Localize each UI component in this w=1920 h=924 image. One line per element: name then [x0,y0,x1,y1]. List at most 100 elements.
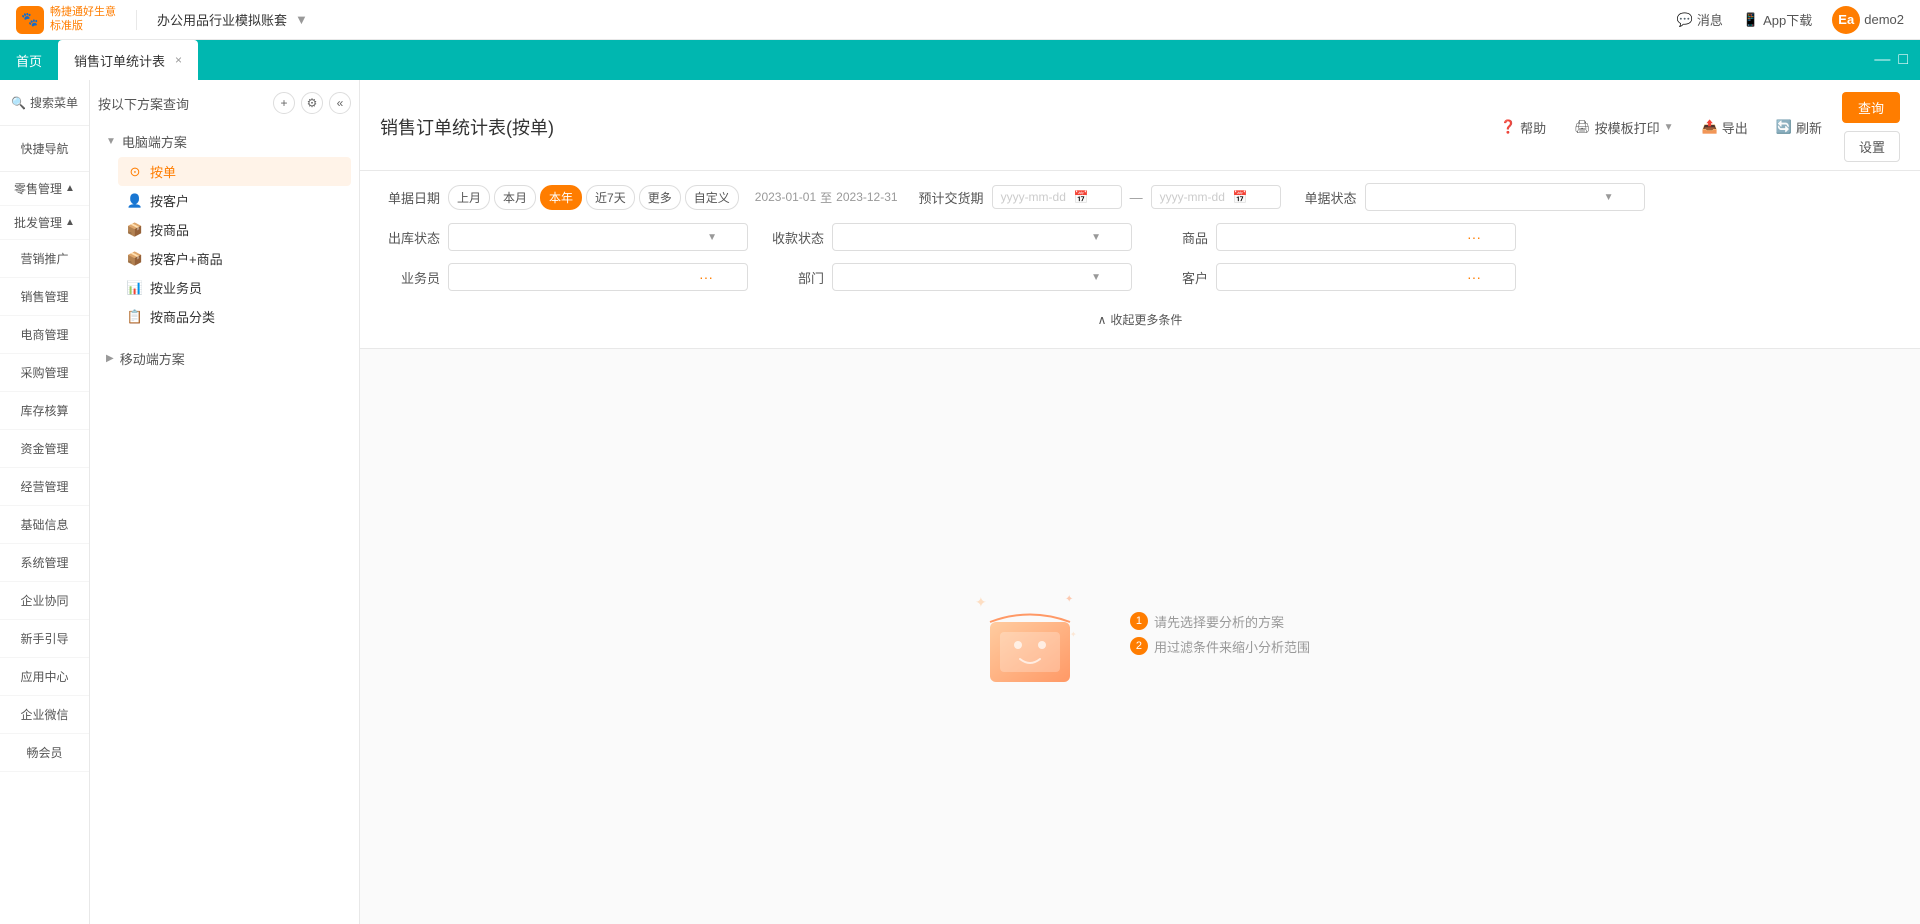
export-btn[interactable]: 📤 导出 [1694,114,1756,141]
payment-status-arrow: ▼ [1091,232,1101,243]
current-year-btn[interactable]: 本年 [540,185,582,210]
product-select[interactable]: ··· [1216,223,1516,251]
product-label: 商品 [1148,228,1208,247]
by-category-icon: 📋 [126,308,144,326]
sidebar-item-basic[interactable]: 基础信息 [0,506,89,544]
salesman-more-dots[interactable]: ··· [695,269,717,285]
sidebar-item-newuser[interactable]: 新手引导 [0,620,89,658]
sidebar-item-operation[interactable]: 经营管理 [0,468,89,506]
settings-scheme-btn[interactable]: ⚙ [301,92,323,114]
mobile-section-label: 移动端方案 [120,349,185,368]
ship-status-select[interactable]: ▼ [448,223,748,251]
collapse-panel-btn[interactable]: « [329,92,351,114]
message-btn[interactable]: 💬 消息 [1677,10,1723,29]
pc-section-header[interactable]: ▼ 电脑端方案 [98,126,351,157]
add-scheme-btn[interactable]: + [273,92,295,114]
sidebar-item-purchase[interactable]: 采购管理 [0,354,89,392]
app-dropdown-arrow[interactable]: ▼ [295,12,308,27]
sidebar-item-apps[interactable]: 应用中心 [0,658,89,696]
salesman-select[interactable]: ··· [448,263,748,291]
tab-close-btn[interactable]: × [175,53,182,67]
by-order-icon: ⊙ [126,163,144,181]
sidebar-item-system[interactable]: 系统管理 [0,544,89,582]
search-icon: 🔍 [11,96,26,110]
customer-select[interactable]: ··· [1216,263,1516,291]
salesman-filter: 业务员 ··· [380,263,748,291]
message-icon: 💬 [1677,12,1693,28]
bill-status-label: 单据状态 [1297,188,1357,207]
this-month-btn[interactable]: 本月 [494,185,536,210]
collapse-filter-btn[interactable]: ∧ 收起更多条件 [380,303,1900,336]
window-minimize-btn[interactable]: — [1874,51,1890,69]
shortcut-nav-btn[interactable]: 快捷导航 [0,134,89,163]
more-date-btn[interactable]: 更多 [639,185,681,210]
filter-area: 单据日期 上月 本月 本年 近7天 更多 自定义 2023-01-01 至 20… [360,171,1920,349]
tab-bar: 首页 销售订单统计表 × — □ [0,40,1920,80]
last7-btn[interactable]: 近7天 [586,185,635,210]
wholesale-arrow: ▲ [65,217,75,228]
scheme-by-customer[interactable]: 👤 按客户 [118,186,351,215]
payment-status-select[interactable]: ▼ [832,223,1132,251]
window-maximize-btn[interactable]: □ [1898,51,1908,69]
empty-illustration: ✦ ✦ ✦ [970,587,1090,687]
empty-hint-1: 1 请先选择要分析的方案 [1130,612,1310,631]
print-btn[interactable]: 🖨 按模板打印 ▼ [1566,114,1681,141]
dept-arrow: ▼ [1091,272,1101,283]
sidebar-item-marketing[interactable]: 营销推广 [0,240,89,278]
refresh-btn[interactable]: 🔄 刷新 [1768,114,1830,141]
sidebar-item-sales[interactable]: 销售管理 [0,278,89,316]
scheme-by-order[interactable]: ⊙ 按单 [118,157,351,186]
scheme-by-category[interactable]: 📋 按商品分类 [118,302,351,331]
expected-date-filter: 预计交货期 yyyy-mm-dd 📅 — yyyy-mm-dd 📅 [914,185,1281,209]
customer-more-dots[interactable]: ··· [1463,269,1485,285]
filter-row-1: 单据日期 上月 本月 本年 近7天 更多 自定义 2023-01-01 至 20… [380,183,1900,211]
help-btn[interactable]: ❓ 帮助 [1492,114,1554,141]
sidebar-item-inventory[interactable]: 库存核算 [0,392,89,430]
by-cust-prod-icon: 📦 [126,250,144,268]
scheme-by-salesman[interactable]: 📊 按业务员 [118,273,351,302]
sidebar-item-wechat[interactable]: 企业微信 [0,696,89,734]
sidebar-item-finance[interactable]: 资金管理 [0,430,89,468]
bill-status-select[interactable]: ▼ [1365,183,1645,211]
tab-sales-order[interactable]: 销售订单统计表 × [58,40,198,80]
search-settings-group: 查询 设置 [1842,92,1900,162]
sidebar-item-member[interactable]: 畅会员 [0,734,89,772]
by-product-icon: 📦 [126,221,144,239]
sidebar-item-wholesale[interactable]: 批发管理 ▲ [0,206,89,240]
bill-status-arrow: ▼ [1604,192,1614,203]
sidebar-item-enterprise[interactable]: 企业协同 [0,582,89,620]
product-more-dots[interactable]: ··· [1463,229,1485,245]
customer-label: 客户 [1148,268,1208,287]
tab-home[interactable]: 首页 [0,40,58,80]
scheme-by-cust-prod[interactable]: 📦 按客户+商品 [118,244,351,273]
scheme-by-product[interactable]: 📦 按商品 [118,215,351,244]
last-month-btn[interactable]: 上月 [448,185,490,210]
mobile-section-header[interactable]: ▶ 移动端方案 [98,343,351,374]
expected-date-to-input[interactable]: yyyy-mm-dd 📅 [1151,185,1281,209]
expected-date-from-input[interactable]: yyyy-mm-dd 📅 [992,185,1122,209]
dept-select[interactable]: ▼ [832,263,1132,291]
custom-date-btn[interactable]: 自定义 [685,185,739,210]
main-layout: 🔍 搜索菜单 快捷导航 零售管理 ▲ 批发管理 ▲ 营销推广 销售管理 电商管理… [0,80,1920,924]
sidebar-item-retail[interactable]: 零售管理 ▲ [0,172,89,206]
logo-text: 畅捷通好生意 标准版 [50,6,116,32]
help-icon: ❓ [1500,119,1516,135]
avatar: Ea [1832,6,1860,34]
mobile-section-expand-arrow: ▶ [106,353,114,364]
download-btn[interactable]: 📱 App下载 [1743,10,1812,29]
sidebar-search-area: 🔍 搜索菜单 [0,80,89,126]
pc-scheme-section: ▼ 电脑端方案 ⊙ 按单 👤 按客户 📦 按商品 📦 按客户+商品 📊 按 [98,126,351,331]
calendar-icon-from: 📅 [1074,190,1089,204]
sidebar-item-ecommerce[interactable]: 电商管理 [0,316,89,354]
svg-text:✦: ✦ [1070,630,1077,639]
calendar-icon-to: 📅 [1233,190,1248,204]
user-area[interactable]: Ea demo2 [1832,6,1904,34]
pc-section-label: 电脑端方案 [122,132,187,151]
search-menu-btn[interactable]: 🔍 搜索菜单 [8,90,81,115]
print-dropdown-arrow[interactable]: ▼ [1664,122,1674,133]
search-btn[interactable]: 查询 [1842,92,1900,123]
salesman-label: 业务员 [380,268,440,287]
app-title-area[interactable]: 办公用品行业模拟账套 ▼ [157,10,308,29]
settings-btn[interactable]: 设置 [1844,131,1900,162]
by-salesman-icon: 📊 [126,279,144,297]
